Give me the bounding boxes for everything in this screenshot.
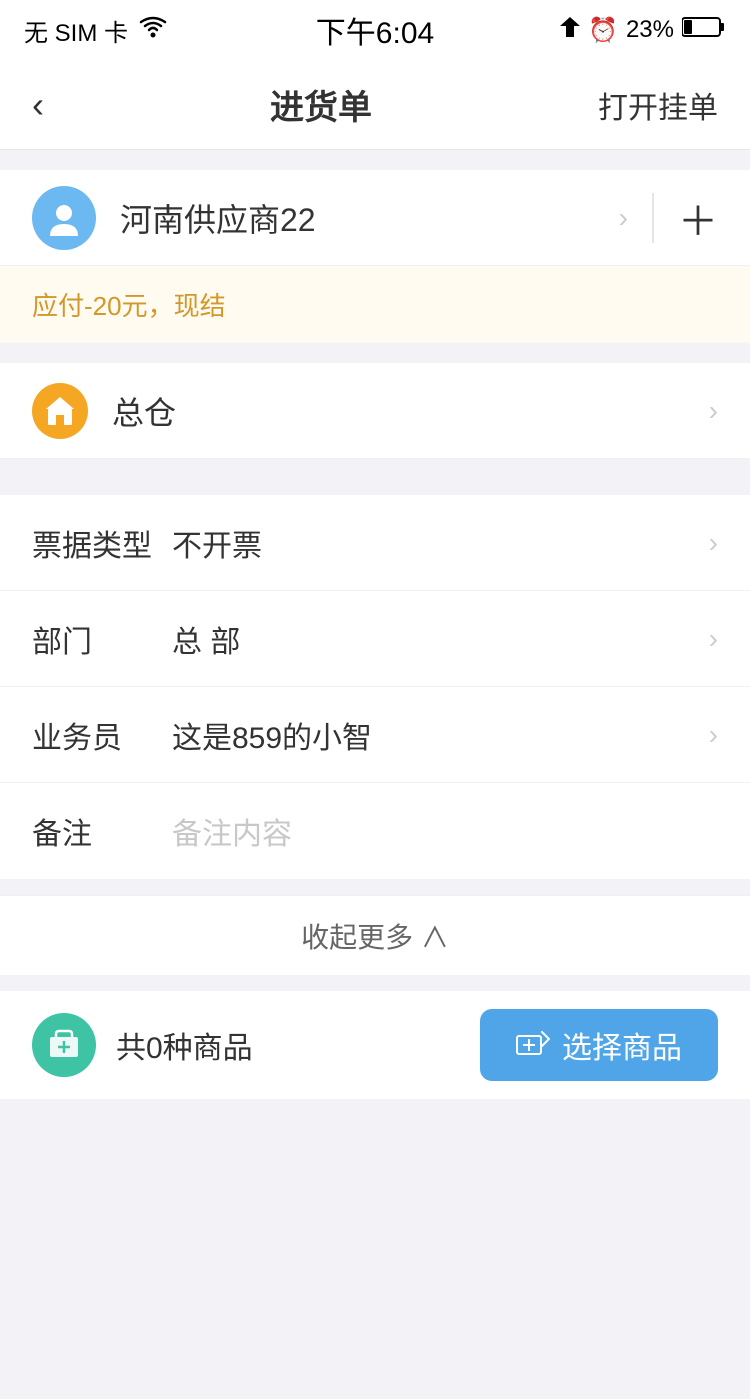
supplier-row[interactable]: 河南供应商22 › ＋ — [0, 170, 750, 266]
department-label: 部门 — [32, 617, 172, 661]
battery-label: 23% — [626, 16, 674, 44]
remark-input[interactable]: 备注内容 — [172, 809, 718, 853]
page-background — [0, 1099, 750, 1399]
invoice-label: 票据类型 — [32, 521, 172, 565]
invoice-row[interactable]: 票据类型 不开票 › — [0, 495, 750, 591]
notice-text: 应付-20元，现结 — [32, 291, 226, 321]
supplier-avatar — [32, 186, 96, 250]
warehouse-arrow-icon: › — [709, 395, 718, 427]
alarm-icon: ⏰ — [588, 16, 618, 45]
salesperson-label: 业务员 — [32, 713, 172, 757]
warehouse-card: 总仓 › — [0, 363, 750, 459]
salesperson-row[interactable]: 业务员 这是859的小智 › — [0, 687, 750, 783]
department-arrow-icon: › — [709, 623, 718, 655]
bottom-bar: 共0种商品 选择商品 — [0, 991, 750, 1099]
supplier-name: 河南供应商22 — [120, 195, 619, 241]
select-product-button[interactable]: 选择商品 — [480, 1009, 718, 1081]
department-value: 总 部 — [172, 617, 709, 661]
department-row[interactable]: 部门 总 部 › — [0, 591, 750, 687]
vertical-divider — [652, 193, 654, 243]
warehouse-name: 总仓 — [112, 388, 709, 434]
status-left: 无 SIM 卡 — [24, 13, 168, 48]
remark-row[interactable]: 备注 备注内容 — [0, 783, 750, 879]
invoice-value: 不开票 — [172, 521, 709, 565]
select-product-label: 选择商品 — [562, 1023, 682, 1067]
status-time: 下午6:04 — [316, 8, 434, 52]
carrier-label: 无 SIM 卡 — [24, 13, 128, 48]
location-icon — [560, 16, 580, 45]
product-count: 共0种商品 — [116, 1023, 253, 1067]
status-bar: 无 SIM 卡 下午6:04 ⏰ 23% — [0, 0, 750, 60]
salesperson-value: 这是859的小智 — [172, 713, 709, 757]
notice-banner: 应付-20元，现结 — [0, 266, 750, 343]
add-supplier-button[interactable]: ＋ — [678, 189, 718, 247]
warehouse-row[interactable]: 总仓 › — [0, 363, 750, 459]
product-icon — [32, 1013, 96, 1077]
invoice-arrow-icon: › — [709, 527, 718, 559]
nav-bar: ‹ 进货单 打开挂单 — [0, 60, 750, 150]
warehouse-icon — [32, 383, 88, 439]
supplier-arrow-icon: › — [619, 202, 628, 234]
page-title: 进货单 — [270, 80, 372, 129]
collapse-label: 收起更多 ∧ — [301, 916, 449, 956]
divider-2 — [0, 459, 750, 479]
top-divider — [0, 150, 750, 170]
collapse-bar[interactable]: 收起更多 ∧ — [0, 895, 750, 975]
product-info: 共0种商品 — [32, 1013, 253, 1077]
remark-label: 备注 — [32, 809, 172, 853]
back-button[interactable]: ‹ — [32, 84, 44, 126]
form-section: 票据类型 不开票 › 部门 总 部 › 业务员 这是859的小智 › 备注 备注… — [0, 495, 750, 879]
open-pending-button[interactable]: 打开挂单 — [598, 83, 718, 127]
salesperson-arrow-icon: › — [709, 719, 718, 751]
status-right: ⏰ 23% — [560, 16, 726, 45]
wifi-icon — [138, 16, 168, 45]
supplier-card: 河南供应商22 › ＋ 应付-20元，现结 — [0, 170, 750, 343]
divider-1 — [0, 343, 750, 363]
battery-icon — [682, 16, 726, 45]
